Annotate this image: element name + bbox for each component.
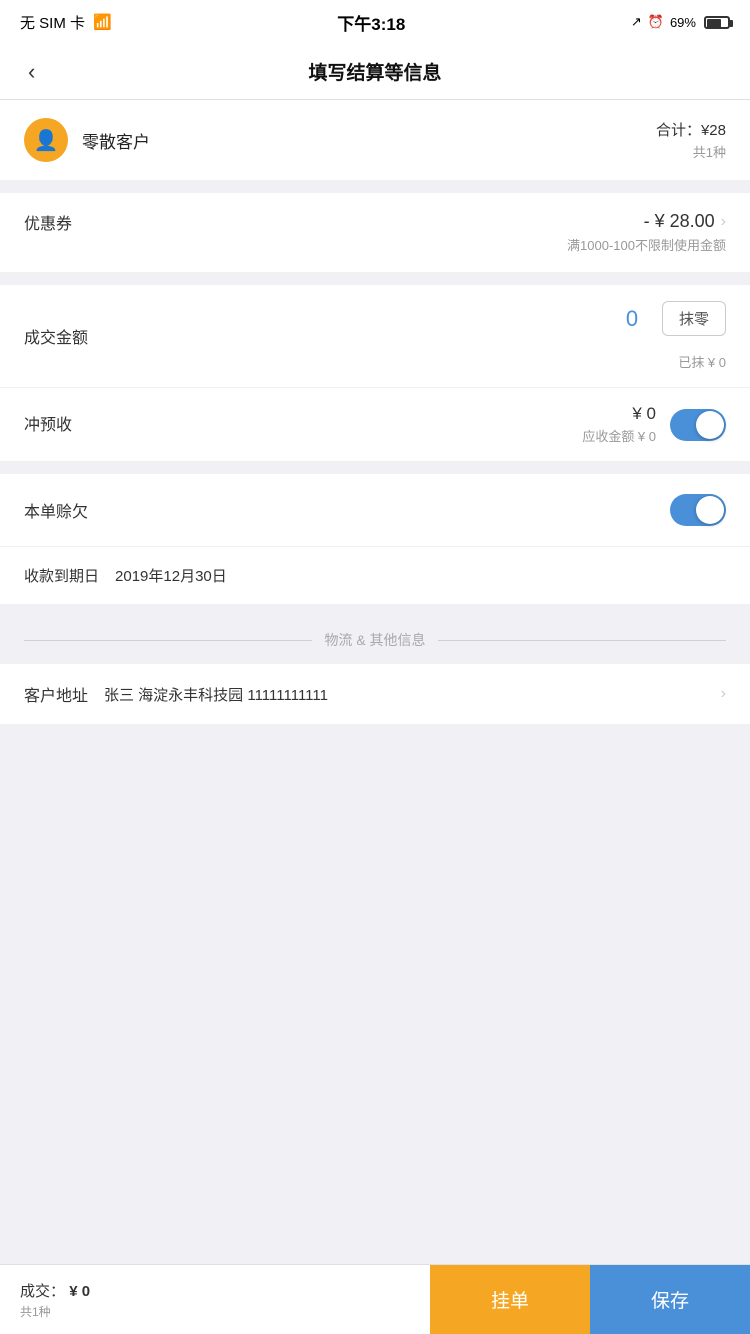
- status-right: ↗ ⏰ 69%: [631, 14, 730, 30]
- customer-avatar: 👤: [24, 118, 68, 162]
- pre-amounts: ¥ 0 应收金额 ¥ 0: [582, 404, 656, 445]
- deal-sub-label: 已抹 ¥ 0: [678, 352, 726, 371]
- status-left: 无 SIM 卡 📶: [20, 12, 112, 33]
- debt-row: 本单赊欠: [0, 474, 750, 547]
- due-date-row[interactable]: 收款到期日 2019年12月30日: [0, 547, 750, 604]
- bottom-deal-row: 成交： ¥ 0: [20, 1280, 410, 1301]
- bottom-bar: 成交： ¥ 0 共1种 挂单 保存: [0, 1264, 750, 1334]
- divider-3: [0, 462, 750, 474]
- due-date-value: 2019年12月30日: [115, 565, 227, 586]
- customer-total: 合计：¥28 共1种: [656, 119, 726, 161]
- coupon-amount: - ¥ 28.00: [644, 211, 715, 232]
- debt-label: 本单赊欠: [24, 498, 88, 522]
- customer-left: 👤 零散客户: [24, 118, 150, 162]
- save-button[interactable]: 保存: [590, 1265, 750, 1334]
- deal-amount-label: 成交金额: [24, 324, 88, 348]
- deal-amount-section: 成交金额 0 抹零 已抹 ¥ 0 冲预收 ¥ 0 应收金额 ¥ 0: [0, 285, 750, 462]
- coupon-chevron-icon: ›: [721, 213, 726, 231]
- bottom-summary: 成交： ¥ 0 共1种: [0, 1265, 430, 1334]
- divider-4: [0, 604, 750, 616]
- network-label: 无 SIM 卡: [20, 12, 85, 33]
- logistics-line-left: [24, 640, 312, 641]
- pre-amount-sub: 应收金额 ¥ 0: [582, 426, 656, 445]
- deal-amount-right: 0 抹零 已抹 ¥ 0: [612, 301, 726, 371]
- battery-icon: [704, 16, 730, 29]
- pre-amount-main: ¥ 0: [582, 404, 656, 424]
- page-title: 填写结算等信息: [308, 58, 441, 85]
- coupon-desc: 满1000-100不限制使用金额: [567, 235, 726, 254]
- customer-name: 零散客户: [82, 128, 150, 153]
- due-date-label: 收款到期日: [24, 565, 99, 586]
- status-time: 下午3:18: [337, 10, 405, 35]
- round-zero-button[interactable]: 抹零: [662, 301, 726, 336]
- address-row[interactable]: 客户地址 张三 海淀永丰科技园 11111111111 ›: [0, 664, 750, 724]
- address-value: 张三 海淀永丰科技园 11111111111: [104, 684, 721, 705]
- hang-order-button[interactable]: 挂单: [430, 1265, 590, 1334]
- customer-section: 👤 零散客户 合计：¥28 共1种: [0, 100, 750, 181]
- customer-total-label: 合计：¥28: [656, 119, 726, 140]
- alarm-icon: ⏰: [648, 14, 664, 30]
- pre-receive-row: 冲预收 ¥ 0 应收金额 ¥ 0: [0, 388, 750, 462]
- address-section: 客户地址 张三 海淀永丰科技园 11111111111 ›: [0, 664, 750, 724]
- customer-count: 共1种: [656, 142, 726, 161]
- deal-input-area: 0 抹零: [612, 301, 726, 336]
- logistics-line-right: [438, 640, 726, 641]
- coupon-right-row: - ¥ 28.00 ›: [644, 211, 726, 232]
- logistics-label: 物流 & 其他信息: [324, 630, 425, 650]
- bottom-deal-label: 成交：: [20, 1283, 65, 1300]
- deal-amount-row: 成交金额 0 抹零 已抹 ¥ 0: [0, 285, 750, 388]
- wifi-icon: 📶: [93, 13, 112, 31]
- coupon-section: 优惠券 - ¥ 28.00 › 满1000-100不限制使用金额: [0, 193, 750, 273]
- coupon-right: - ¥ 28.00 › 满1000-100不限制使用金额: [567, 211, 726, 254]
- avatar-icon: 👤: [34, 128, 59, 153]
- debt-section: 本单赊欠 收款到期日 2019年12月30日: [0, 474, 750, 604]
- bottom-count: 共1种: [20, 1303, 410, 1320]
- debt-toggle[interactable]: [670, 494, 726, 526]
- coupon-label: 优惠券: [24, 211, 72, 237]
- address-label: 客户地址: [24, 682, 88, 706]
- customer-row: 👤 零散客户 合计：¥28 共1种: [0, 100, 750, 181]
- pre-receive-toggle[interactable]: [670, 409, 726, 441]
- status-bar: 无 SIM 卡 📶 下午3:18 ↗ ⏰ 69%: [0, 0, 750, 44]
- address-chevron-icon: ›: [721, 685, 726, 703]
- debt-toggle-knob: [696, 496, 724, 524]
- toggle-knob: [696, 411, 724, 439]
- logistics-header: 物流 & 其他信息: [0, 616, 750, 664]
- divider-1: [0, 181, 750, 193]
- coupon-row[interactable]: 优惠券 - ¥ 28.00 › 满1000-100不限制使用金额: [0, 193, 750, 273]
- back-button[interactable]: ‹: [20, 51, 43, 93]
- pre-receive-label: 冲预收: [24, 412, 72, 438]
- pre-right: ¥ 0 应收金额 ¥ 0: [582, 404, 726, 445]
- location-icon: ↗: [631, 14, 642, 30]
- bottom-deal-amount: ¥ 0: [69, 1283, 90, 1300]
- nav-bar: ‹ 填写结算等信息: [0, 44, 750, 100]
- divider-2: [0, 273, 750, 285]
- deal-amount-value[interactable]: 0: [612, 306, 652, 332]
- battery-percent: 69%: [670, 15, 696, 30]
